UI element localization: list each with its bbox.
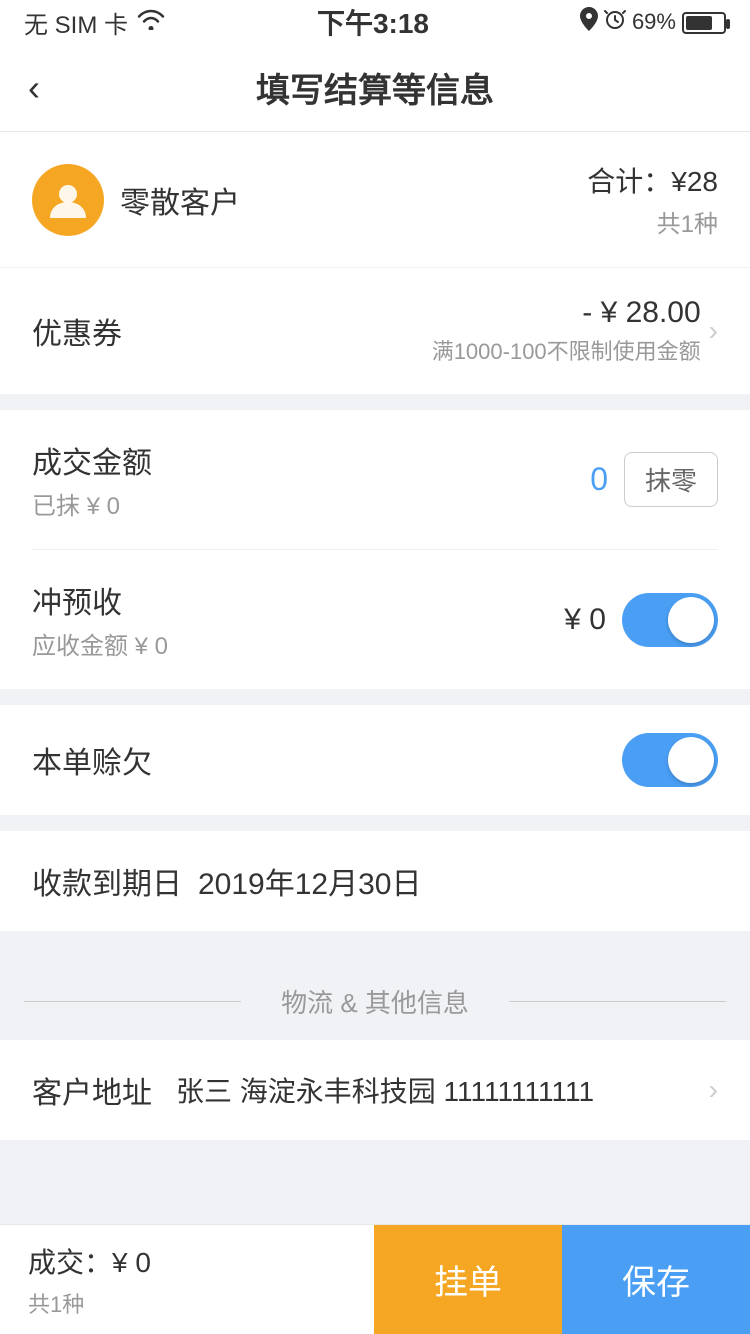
customer-section: 零散客户 合计：¥28 共1种 优惠券 - ¥ 28.00 满1000-100不… xyxy=(0,132,750,394)
bottom-deal-label: 成交： xyxy=(28,1247,112,1278)
avatar xyxy=(32,164,104,236)
prepayment-right: ¥ 0 xyxy=(564,593,718,647)
address-label: 客户地址 xyxy=(32,1068,152,1112)
address-value: 张三 海淀永丰科技园 11111111111 xyxy=(176,1070,709,1110)
due-date-row: 收款到期日 2019年12月30日 xyxy=(0,831,750,931)
bottom-summary: 成交：¥ 0 共1种 xyxy=(0,1241,374,1319)
main-content: 零散客户 合计：¥28 共1种 优惠券 - ¥ 28.00 满1000-100不… xyxy=(0,132,750,1266)
transaction-value[interactable]: 0 xyxy=(548,461,608,498)
due-date-section: 收款到期日 2019年12月30日 xyxy=(0,831,750,931)
round-zero-button[interactable]: 抹零 xyxy=(624,452,718,507)
credit-debt-row: 本单赊欠 xyxy=(32,705,718,815)
customer-left: 零散客户 xyxy=(32,164,240,236)
battery-icon xyxy=(682,9,726,35)
bottom-bar: 成交：¥ 0 共1种 挂单 保存 xyxy=(0,1224,750,1334)
prepayment-row: 冲预收 应收金额 ¥ 0 ¥ 0 xyxy=(32,550,718,689)
due-date-label: 收款到期日 xyxy=(32,859,182,903)
address-chevron-icon: › xyxy=(709,1074,718,1106)
credit-toggle-knob xyxy=(668,737,714,783)
status-time: 下午3:18 xyxy=(317,2,429,42)
wifi-icon xyxy=(136,8,166,37)
transaction-right: 0 抹零 xyxy=(548,452,718,507)
total-amount: 合计：¥28 xyxy=(587,160,718,200)
due-date-value: 2019年12月30日 xyxy=(198,859,421,903)
prepayment-main-val: ¥ 0 xyxy=(564,603,606,637)
hold-button[interactable]: 挂单 xyxy=(374,1225,562,1334)
bottom-deal-amount: 成交：¥ 0 xyxy=(28,1241,346,1281)
back-button[interactable]: ‹ xyxy=(28,67,40,109)
location-icon xyxy=(580,7,598,37)
logistics-header: 物流 & 其他信息 xyxy=(0,963,750,1040)
coupon-right: - ¥ 28.00 满1000-100不限制使用金额 › xyxy=(432,296,718,366)
coupon-label: 优惠券 xyxy=(32,309,122,353)
bottom-deal-value: ¥ 0 xyxy=(112,1247,151,1278)
divider xyxy=(0,947,750,963)
credit-debt-label: 本单赊欠 xyxy=(32,738,152,782)
status-right: 69% xyxy=(580,7,726,37)
prepayment-sub: 应收金额 ¥ 0 xyxy=(32,626,168,661)
customer-name: 零散客户 xyxy=(120,178,240,222)
status-left: 无 SIM 卡 xyxy=(24,5,166,40)
transaction-amount-row: 成交金额 已抹 ¥ 0 0 抹零 xyxy=(32,410,718,550)
coupon-row[interactable]: 优惠券 - ¥ 28.00 满1000-100不限制使用金额 › xyxy=(0,267,750,394)
transaction-label-col: 成交金额 已抹 ¥ 0 xyxy=(32,438,152,521)
customer-row: 零散客户 合计：¥28 共1种 xyxy=(0,132,750,267)
customer-right: 合计：¥28 共1种 xyxy=(587,160,718,239)
nav-bar: ‹ 填写结算等信息 xyxy=(0,44,750,132)
coupon-discount: - ¥ 28.00 xyxy=(432,296,701,330)
logistics-line-right xyxy=(509,1001,726,1002)
prepayment-label: 冲预收 xyxy=(32,578,168,622)
address-row[interactable]: 客户地址 张三 海淀永丰科技园 11111111111 › xyxy=(0,1040,750,1140)
transaction-label: 成交金额 xyxy=(32,438,152,482)
coupon-desc: 满1000-100不限制使用金额 xyxy=(432,334,701,366)
bottom-count: 共1种 xyxy=(28,1287,346,1319)
chevron-right-icon: › xyxy=(709,315,718,347)
logistics-line-left xyxy=(24,1001,241,1002)
battery-percentage: 69% xyxy=(632,9,676,35)
transaction-sub: 已抹 ¥ 0 xyxy=(32,486,152,521)
credit-debt-toggle[interactable] xyxy=(622,733,718,787)
prepayment-toggle[interactable] xyxy=(622,593,718,647)
carrier-text: 无 SIM 卡 xyxy=(24,5,128,40)
status-bar: 无 SIM 卡 下午3:18 69% xyxy=(0,0,750,44)
transaction-section: 成交金额 已抹 ¥ 0 0 抹零 冲预收 应收金额 ¥ 0 ¥ 0 xyxy=(0,410,750,689)
alarm-icon xyxy=(604,8,626,36)
toggle-knob xyxy=(668,597,714,643)
prepayment-amount-col: ¥ 0 xyxy=(564,603,606,637)
save-button[interactable]: 保存 xyxy=(562,1225,750,1334)
prepayment-label-col: 冲预收 应收金额 ¥ 0 xyxy=(32,578,168,661)
logistics-title: 物流 & 其他信息 xyxy=(281,983,469,1020)
page-title: 填写结算等信息 xyxy=(256,63,494,112)
total-count: 共1种 xyxy=(587,204,718,239)
credit-section: 本单赊欠 xyxy=(0,705,750,815)
coupon-info: - ¥ 28.00 满1000-100不限制使用金额 xyxy=(432,296,701,366)
address-section: 客户地址 张三 海淀永丰科技园 11111111111 › xyxy=(0,1040,750,1140)
